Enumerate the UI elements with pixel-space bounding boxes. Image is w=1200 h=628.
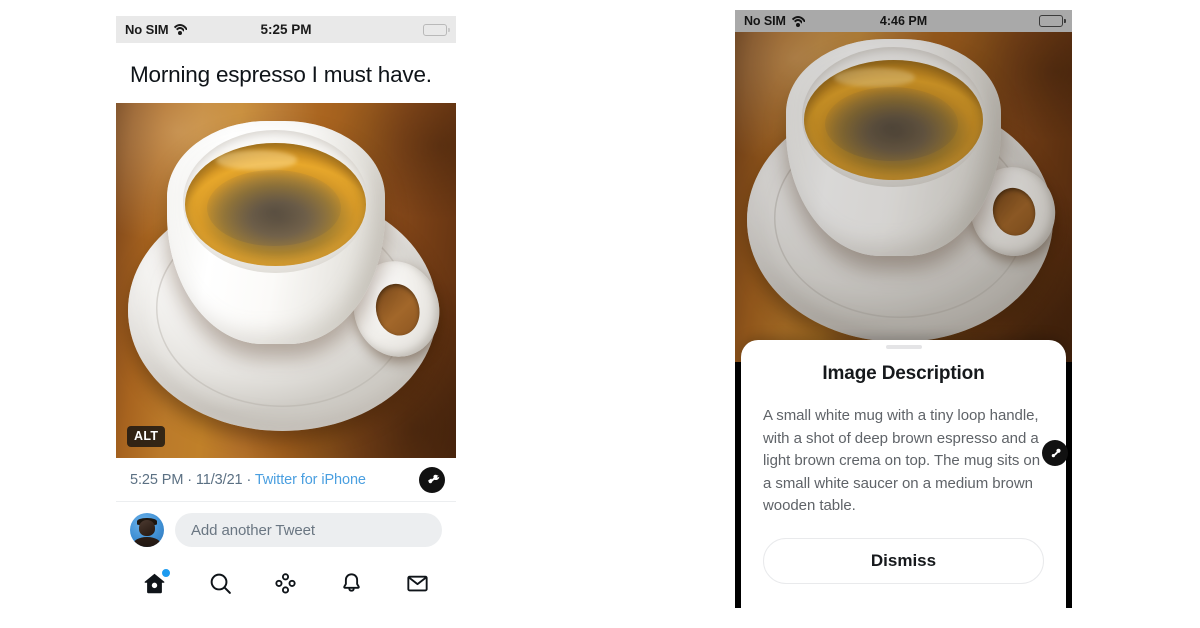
status-bar-left-group: No SIM — [125, 22, 190, 37]
wood-table-background — [735, 32, 1072, 362]
status-bar-left: No SIM 5:25 PM — [116, 16, 456, 43]
tab-home[interactable] — [138, 568, 172, 598]
tab-messages[interactable] — [400, 568, 434, 598]
compose-row: Add another Tweet — [116, 502, 456, 558]
alt-badge[interactable]: ALT — [127, 426, 166, 447]
tweet-meta-text: 5:25 PM · 11/3/21 · Twitter for iPhone — [130, 472, 366, 488]
carrier-label-right: No SIM — [744, 14, 786, 28]
meta-time: 5:25 PM — [130, 472, 184, 488]
carrier-label: No SIM — [125, 22, 169, 37]
status-bar-right-group — [423, 23, 450, 36]
fullscreen-photo[interactable] — [735, 32, 1072, 362]
home-badge-dot — [160, 568, 171, 578]
status-bar-right: No SIM 4:46 PM — [735, 10, 1072, 32]
cup-rim-shape — [801, 47, 986, 187]
image-description-text: A small white mug with a tiny loop handl… — [763, 407, 1040, 514]
avatar-face — [138, 520, 156, 537]
crema-highlight — [834, 67, 915, 87]
meta-sep-2: · — [242, 472, 255, 488]
dismiss-button[interactable]: Dismiss — [763, 537, 1044, 584]
sheet-title: Image Description — [822, 363, 985, 384]
battery-low-icon — [423, 23, 450, 36]
phone-screen-left: No SIM 5:25 PM Morning espresso I must h… — [116, 16, 456, 628]
avatar[interactable] — [130, 513, 164, 547]
wrench-icon — [427, 474, 439, 484]
image-description-sheet: Image Description A small white mug with… — [741, 340, 1066, 608]
cup-shape — [785, 38, 1002, 257]
meta-date: 11/3/21 — [195, 472, 243, 488]
status-bar-right-right-group — [1039, 15, 1066, 27]
battery-low-icon — [1039, 15, 1066, 27]
meta-sep-1: · — [183, 472, 196, 488]
tweet-meta-row: 5:25 PM · 11/3/21 · Twitter for iPhone — [116, 458, 456, 502]
fullscreen-photo-wrap — [735, 32, 1072, 362]
spaces-icon — [275, 572, 297, 594]
phone-screen-right: No SIM 4:46 PM Image Description A small — [735, 10, 1072, 608]
tab-spaces[interactable] — [269, 568, 303, 598]
wifi-icon — [171, 24, 190, 35]
espresso-shape — [185, 143, 367, 267]
bell-icon — [343, 572, 360, 592]
tweet-text: Morning espresso I must have. — [130, 62, 432, 87]
crema-highlight — [216, 150, 298, 171]
cup-shape — [167, 120, 385, 345]
search-icon — [210, 573, 231, 594]
status-bar-right-left-group: No SIM — [744, 14, 807, 28]
envelope-icon — [407, 575, 428, 591]
tab-notifications[interactable] — [335, 568, 369, 598]
add-another-tweet-input[interactable]: Add another Tweet — [175, 513, 442, 547]
wifi-icon — [788, 15, 807, 27]
wrench-icon-button-right[interactable] — [1042, 440, 1068, 466]
compose-placeholder: Add another Tweet — [191, 521, 315, 539]
saucer-shape — [746, 98, 1054, 343]
drag-handle[interactable] — [885, 345, 922, 349]
wrench-icon — [1051, 448, 1061, 457]
wrench-icon-button-left[interactable] — [419, 466, 445, 493]
espresso-shape — [803, 60, 983, 181]
tab-bar — [116, 558, 456, 606]
meta-source-link[interactable]: Twitter for iPhone — [255, 472, 366, 488]
avatar-shoulders — [133, 536, 161, 547]
tab-search[interactable] — [203, 568, 237, 598]
cup-handle-shape — [961, 158, 1065, 266]
tweet-photo[interactable]: ALT — [116, 103, 456, 458]
